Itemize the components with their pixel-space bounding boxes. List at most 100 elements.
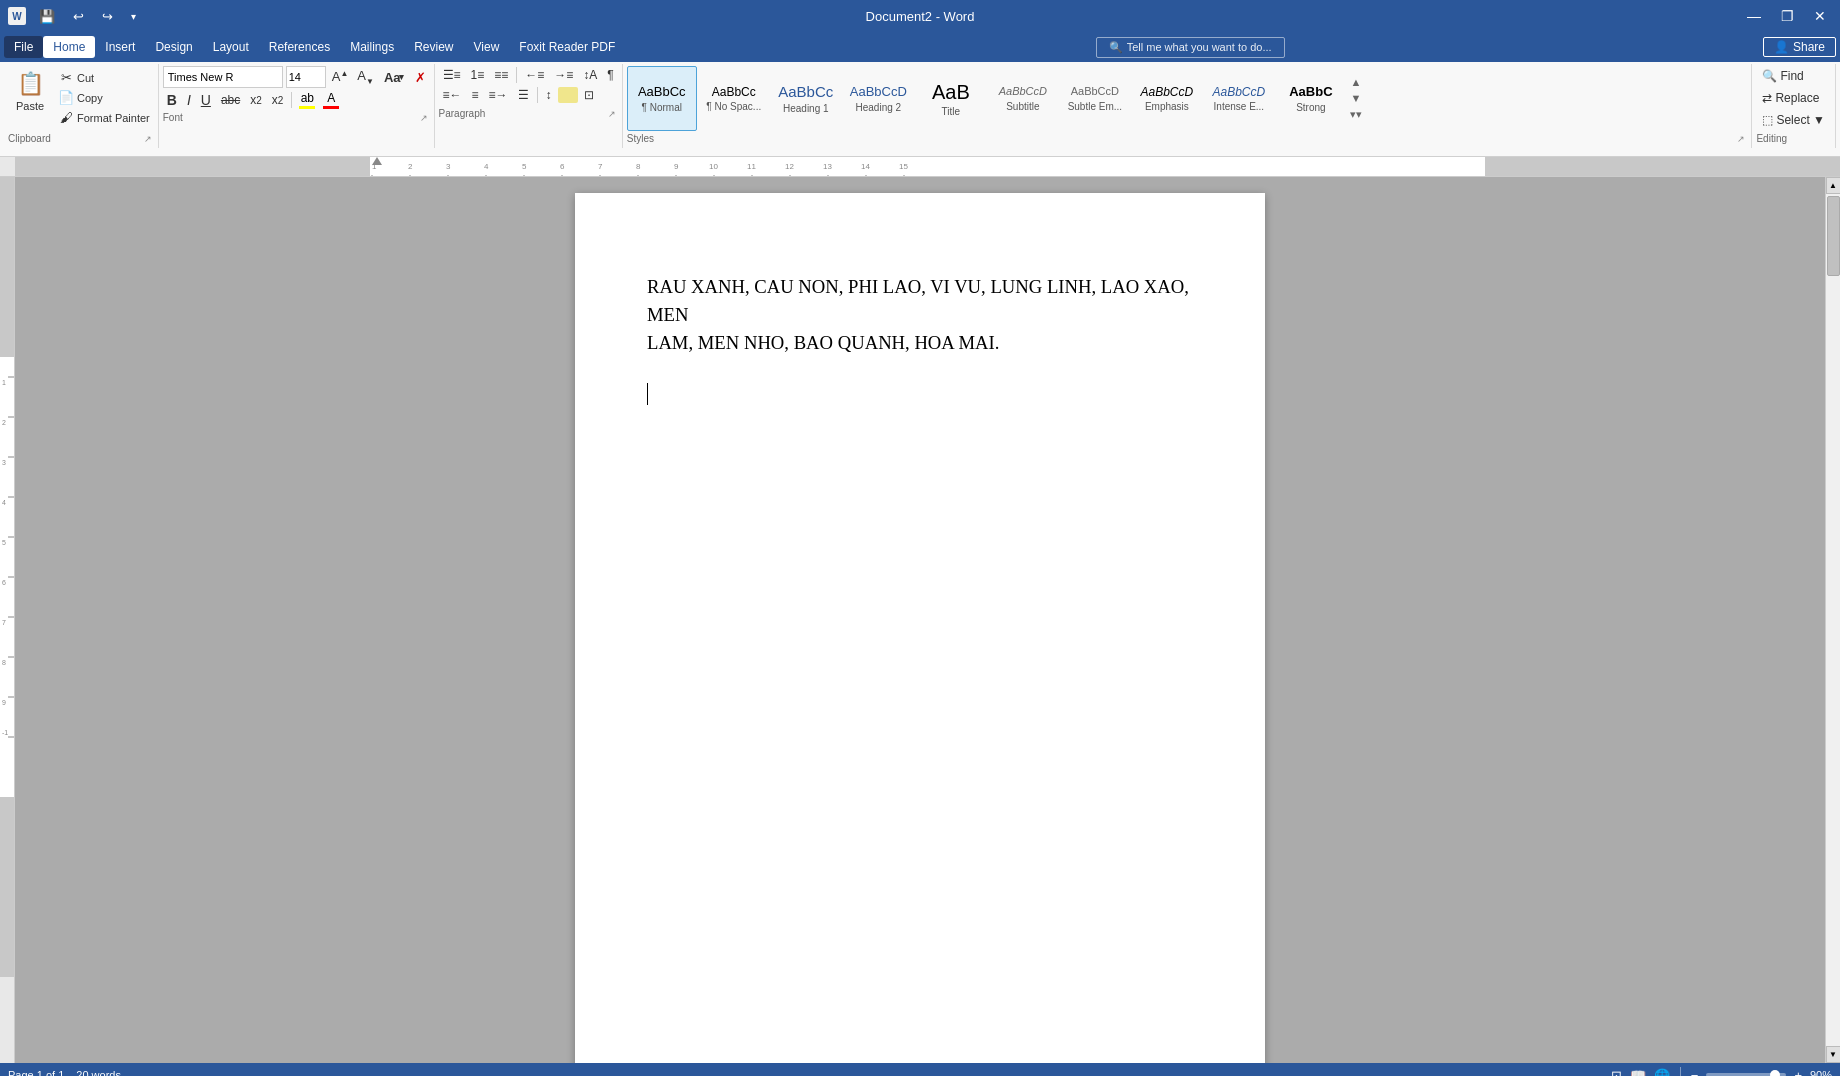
font-expander[interactable]: ↗	[418, 112, 430, 124]
font-group: Times New R 14 A▲ A▼ Aa▾ ✗ B I U abc x2 …	[159, 64, 435, 148]
customize-qat-button[interactable]: ▾	[126, 9, 141, 24]
styles-scroll-down[interactable]: ▼	[1348, 90, 1364, 106]
share-button[interactable]: 👤 Share	[1763, 37, 1836, 57]
menu-view[interactable]: View	[464, 36, 510, 58]
zoom-thumb[interactable]	[1770, 1070, 1780, 1076]
style-normal[interactable]: AaBbCc ¶ Normal	[627, 66, 697, 131]
minimize-button[interactable]: —	[1741, 6, 1767, 26]
font-size-select[interactable]: 14	[286, 66, 326, 88]
align-center-button[interactable]: ≡	[468, 86, 483, 104]
paragraph-group: ☰≡ 1≡ ≡≡ ←≡ →≡ ↕A ¶ ≡← ≡ ≡→ ☰ ↕ ⊡ Paragr…	[435, 64, 623, 148]
cut-button[interactable]: ✂ Cut	[54, 68, 154, 87]
web-layout-button[interactable]: 🌐	[1654, 1068, 1670, 1077]
highlight-color-button[interactable]: ab	[296, 90, 318, 110]
style-title[interactable]: AaB Title	[916, 66, 986, 131]
line-spacing-button[interactable]: ↕	[542, 86, 556, 104]
menu-insert[interactable]: Insert	[95, 36, 145, 58]
increase-indent-button[interactable]: →≡	[550, 66, 577, 84]
styles-footer: Styles ↗	[627, 131, 1748, 146]
restore-button[interactable]: ❐	[1775, 6, 1800, 26]
styles-scroll-up[interactable]: ▲	[1348, 74, 1364, 90]
menu-review[interactable]: Review	[404, 36, 463, 58]
bullets-button[interactable]: ☰≡	[439, 66, 465, 84]
document-page[interactable]: RAU XANH, CAU NON, PHI LAO, VI VU, LUNG …	[575, 193, 1265, 1063]
scroll-up-button[interactable]: ▲	[1826, 177, 1841, 194]
menu-layout[interactable]: Layout	[203, 36, 259, 58]
svg-text:4: 4	[484, 162, 489, 171]
bold-button[interactable]: B	[163, 90, 181, 110]
print-layout-button[interactable]: ⊡	[1611, 1068, 1622, 1077]
strikethrough-button[interactable]: abc	[217, 91, 244, 109]
font-color-indicator	[323, 106, 339, 109]
font-name-select[interactable]: Times New R	[163, 66, 283, 88]
zoom-in-button[interactable]: +	[1794, 1068, 1802, 1077]
sort-button[interactable]: ↕A	[579, 66, 601, 84]
style-strong[interactable]: AaBbC Strong	[1276, 66, 1346, 131]
copy-button[interactable]: 📄 Copy	[54, 88, 154, 107]
redo-button[interactable]: ↪	[97, 7, 118, 26]
scroll-down-button[interactable]: ▼	[1826, 1046, 1841, 1063]
numbering-button[interactable]: 1≡	[467, 66, 489, 84]
shading-button[interactable]	[558, 87, 578, 103]
multilevel-list-button[interactable]: ≡≡	[490, 66, 512, 84]
menu-foxit[interactable]: Foxit Reader PDF	[509, 36, 625, 58]
svg-text:5: 5	[2, 539, 6, 546]
editing-label: Editing	[1756, 133, 1787, 146]
svg-rect-30	[0, 177, 15, 357]
style-h1-preview: AaBbCc	[778, 83, 833, 101]
style-nospace[interactable]: AaBbCc ¶ No Spac...	[699, 66, 769, 131]
style-h2-preview: AaBbCcD	[850, 84, 907, 100]
undo-button[interactable]: ↩	[68, 7, 89, 26]
font-size-decrease-button[interactable]: A▼	[354, 67, 377, 87]
style-emphasis[interactable]: AaBbCcD Emphasis	[1132, 66, 1202, 131]
show-formatting-button[interactable]: ¶	[603, 66, 617, 84]
style-subtitle[interactable]: AaBbCcD Subtitle	[988, 66, 1058, 131]
para-footer: Paragraph ↗	[439, 106, 618, 121]
border-button[interactable]: ⊡	[580, 86, 598, 104]
decrease-indent-button[interactable]: ←≡	[521, 66, 548, 84]
menu-design[interactable]: Design	[145, 36, 202, 58]
clear-formatting-button[interactable]: ✗	[411, 68, 430, 87]
subscript-button[interactable]: x2	[246, 91, 266, 109]
clipboard-expander[interactable]: ↗	[142, 133, 154, 145]
style-subtle-em[interactable]: AaBbCcD Subtle Em...	[1060, 66, 1130, 131]
close-button[interactable]: ✕	[1808, 6, 1832, 26]
menu-mailings[interactable]: Mailings	[340, 36, 404, 58]
style-strong-preview: AaBbC	[1289, 84, 1332, 100]
change-case-button[interactable]: Aa▾	[380, 68, 408, 87]
align-right-button[interactable]: ≡→	[485, 86, 512, 104]
find-button[interactable]: 🔍 Find	[1756, 66, 1831, 86]
menu-references[interactable]: References	[259, 36, 340, 58]
styles-expander[interactable]: ↗	[1735, 133, 1747, 145]
underline-button[interactable]: U	[197, 90, 215, 110]
justify-button[interactable]: ☰	[514, 86, 533, 104]
menu-home[interactable]: Home	[43, 36, 95, 58]
svg-text:4: 4	[2, 499, 6, 506]
style-heading2[interactable]: AaBbCcD Heading 2	[843, 66, 914, 131]
menu-bar: File Home Insert Design Layout Reference…	[0, 32, 1840, 62]
word-count: 20 words	[76, 1069, 121, 1076]
zoom-out-button[interactable]: −	[1691, 1068, 1699, 1077]
superscript-button[interactable]: x2	[268, 91, 288, 109]
document-area[interactable]: RAU XANH, CAU NON, PHI LAO, VI VU, LUNG …	[15, 177, 1825, 1063]
font-color-button[interactable]: A	[320, 90, 342, 110]
save-button[interactable]: 💾	[34, 7, 60, 26]
align-left-button[interactable]: ≡←	[439, 86, 466, 104]
para-expander[interactable]: ↗	[606, 108, 618, 120]
font-size-increase-button[interactable]: A▲	[329, 68, 352, 85]
italic-button[interactable]: I	[183, 90, 195, 110]
menu-file[interactable]: File	[4, 36, 43, 58]
read-mode-button[interactable]: 📖	[1630, 1068, 1646, 1077]
style-intense-em[interactable]: AaBbCcD Intense E...	[1204, 66, 1274, 131]
styles-expand[interactable]: ▾▾	[1348, 106, 1364, 123]
format-painter-button[interactable]: 🖌 Format Painter	[54, 108, 154, 127]
document-content[interactable]: RAU XANH, CAU NON, PHI LAO, VI VU, LUNG …	[647, 273, 1193, 409]
replace-button[interactable]: ⇄ Replace	[1756, 88, 1831, 108]
ruler-corner	[0, 157, 15, 176]
indent-marker	[372, 157, 382, 165]
tell-me-button[interactable]: 🔍 Tell me what you want to do...	[1096, 37, 1285, 58]
scrollbar-thumb[interactable]	[1827, 196, 1840, 276]
select-button[interactable]: ⬚ Select ▼	[1756, 110, 1831, 130]
paste-button[interactable]: 📋 Paste	[8, 66, 52, 114]
style-heading1[interactable]: AaBbCc Heading 1	[771, 66, 841, 131]
